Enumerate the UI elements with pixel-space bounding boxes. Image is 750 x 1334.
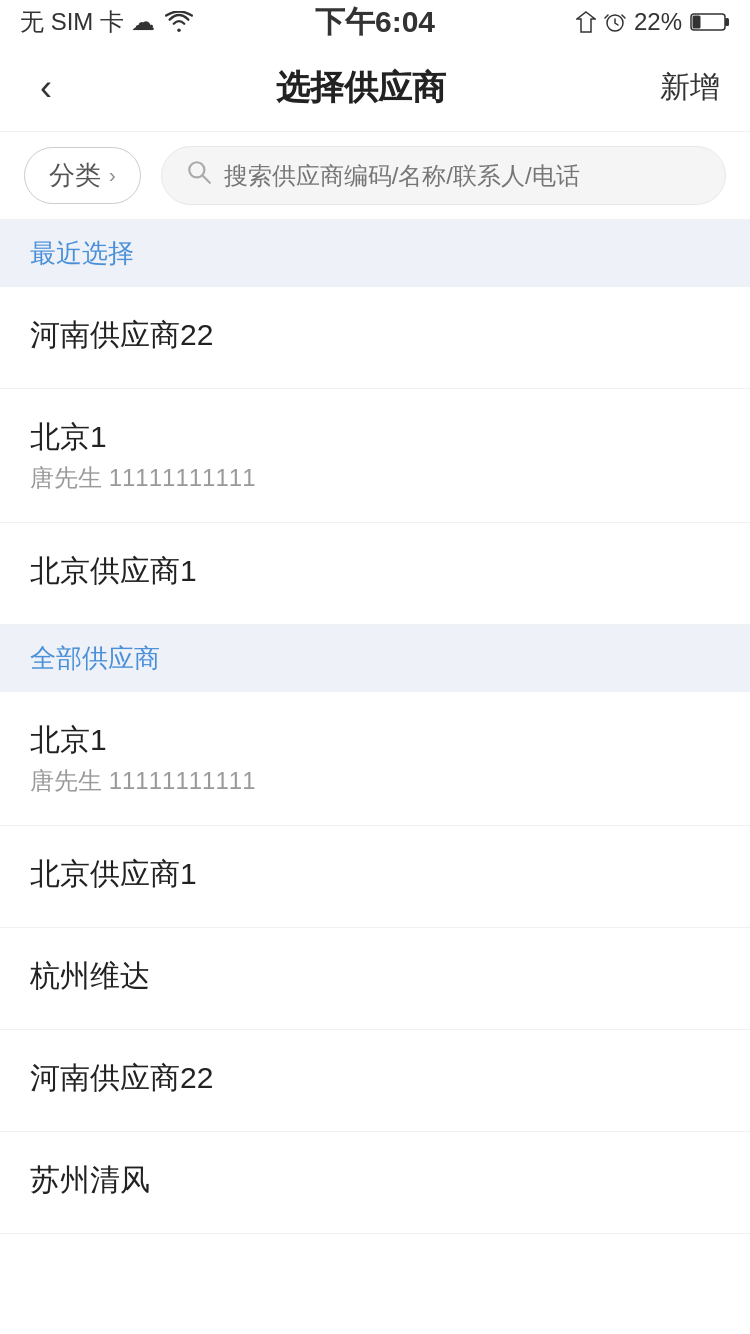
category-label: 分类 — [49, 158, 101, 193]
no-sim-text: 无 SIM 卡 ☁ — [20, 6, 155, 38]
item-name: 河南供应商22 — [30, 1058, 720, 1099]
item-name: 杭州维达 — [30, 956, 720, 997]
status-left: 无 SIM 卡 ☁ — [20, 6, 193, 38]
add-button[interactable]: 新增 — [660, 67, 720, 108]
list-item[interactable]: 苏州清风 — [0, 1132, 750, 1234]
recent-section-label: 最近选择 — [30, 238, 134, 268]
item-sub: 唐先生 11111111111 — [30, 765, 720, 797]
list-item[interactable]: 杭州维达 — [0, 928, 750, 1030]
item-name: 河南供应商22 — [30, 315, 720, 356]
list-item[interactable]: 北京1 唐先生 11111111111 — [0, 692, 750, 826]
battery-icon — [690, 12, 730, 32]
item-name: 北京供应商1 — [30, 551, 720, 592]
chevron-right-icon: › — [109, 164, 116, 187]
item-sub: 唐先生 11111111111 — [30, 462, 720, 494]
search-icon — [186, 159, 212, 192]
filter-bar: 分类 › — [0, 132, 750, 220]
search-box[interactable] — [161, 146, 726, 205]
wifi-icon — [165, 11, 193, 33]
location-icon — [576, 11, 596, 33]
page-title: 选择供应商 — [276, 65, 446, 111]
status-right: 22% — [576, 8, 730, 36]
list-item[interactable]: 北京供应商1 — [0, 826, 750, 928]
all-section-label: 全部供应商 — [30, 643, 160, 673]
list-item[interactable]: 北京1 唐先生 11111111111 — [0, 389, 750, 523]
recent-list: 河南供应商22 北京1 唐先生 11111111111 北京供应商1 — [0, 287, 750, 625]
back-button[interactable]: ‹ — [30, 57, 62, 119]
status-time: 下午6:04 — [315, 2, 435, 43]
list-item[interactable]: 河南供应商22 — [0, 1030, 750, 1132]
recent-section-header: 最近选择 — [0, 220, 750, 287]
svg-rect-2 — [725, 18, 729, 26]
item-name: 北京1 — [30, 417, 720, 458]
item-name: 苏州清风 — [30, 1160, 720, 1201]
status-bar: 无 SIM 卡 ☁ 下午6:04 22% — [0, 0, 750, 44]
svg-line-5 — [202, 176, 209, 183]
battery-percent: 22% — [634, 8, 682, 36]
alarm-icon — [604, 11, 626, 33]
all-section-header: 全部供应商 — [0, 625, 750, 692]
svg-rect-3 — [693, 16, 701, 29]
item-name: 北京供应商1 — [30, 854, 720, 895]
category-button[interactable]: 分类 › — [24, 147, 141, 204]
search-input[interactable] — [224, 162, 701, 190]
list-item[interactable]: 河南供应商22 — [0, 287, 750, 389]
nav-bar: ‹ 选择供应商 新增 — [0, 44, 750, 132]
item-name: 北京1 — [30, 720, 720, 761]
list-item[interactable]: 北京供应商1 — [0, 523, 750, 625]
all-list: 北京1 唐先生 11111111111 北京供应商1 杭州维达河南供应商22 苏州清风 — [0, 692, 750, 1234]
